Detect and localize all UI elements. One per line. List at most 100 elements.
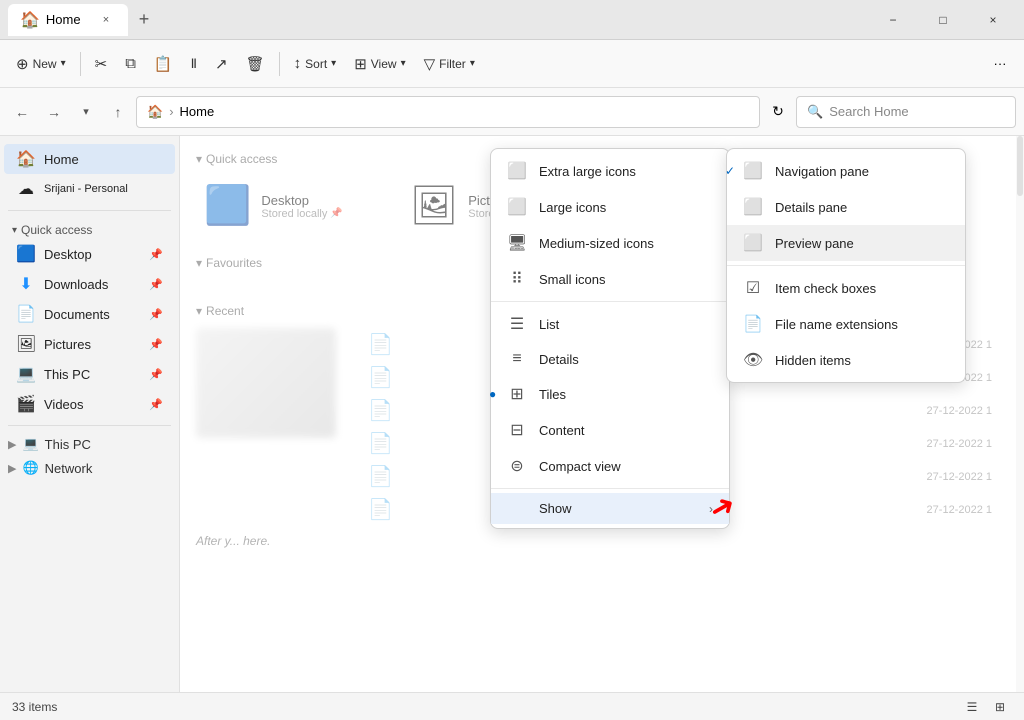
sidebar-item-documents[interactable]: 📄 Documents 📌 — [4, 299, 175, 329]
window-close-button[interactable]: × — [970, 4, 1016, 36]
sidebar-item-pictures[interactable]: 🖼 Pictures 📌 — [4, 329, 175, 359]
tiles-view-button[interactable]: ⊞ — [988, 696, 1012, 718]
rename-button[interactable]: Ⅱ — [183, 47, 205, 81]
view-extra-large-icons[interactable]: ⬜ Extra large icons — [491, 153, 729, 189]
desktop-icon: 🟦 — [16, 244, 36, 264]
view-tiles[interactable]: ● ⊞ Tiles — [491, 376, 729, 412]
extensions-label: File name extensions — [775, 317, 898, 332]
minimize-button[interactable]: − — [870, 4, 916, 36]
search-box[interactable]: 🔍 Search Home — [796, 96, 1016, 128]
copy-button[interactable]: ⧉ — [117, 47, 144, 81]
show-file-extensions[interactable]: 📄 File name extensions — [727, 306, 965, 342]
view-medium-icons[interactable]: 🖥 Medium-sized icons — [491, 225, 729, 261]
new-button[interactable]: ⊕ New ▾ — [8, 47, 74, 81]
details-pane-label: Details pane — [775, 200, 847, 215]
home-tab[interactable]: 🏠 Home × — [8, 4, 128, 36]
sidebar-divider-2 — [8, 425, 171, 426]
new-tab-button[interactable]: + — [128, 4, 160, 36]
paste-icon: 📋 — [154, 55, 173, 73]
new-icon: ⊕ — [16, 55, 29, 73]
sidebar-item-this-pc[interactable]: 💻 This PC 📌 — [4, 359, 175, 389]
toolbar-separator-2 — [279, 52, 280, 76]
new-chevron-icon: ▾ — [61, 58, 66, 69]
nav-pane-check-icon: ✓ — [725, 164, 735, 178]
sidebar-item-srijani[interactable]: ☁ Srijani - Personal — [4, 174, 175, 204]
sidebar-divider-1 — [8, 210, 171, 211]
this-pc-icon-2: 💻 — [22, 436, 38, 452]
sidebar-documents-label: Documents — [44, 307, 110, 322]
videos-icon: 🎬 — [16, 394, 36, 414]
view-menu-sep-1 — [491, 301, 729, 302]
sidebar-item-home[interactable]: 🏠 Home — [4, 144, 175, 174]
delete-icon: 🗑 — [246, 55, 265, 73]
pin-icon-2: 📌 — [149, 278, 163, 291]
up-button[interactable]: ↑ — [104, 98, 132, 126]
compact-label: Compact view — [539, 459, 621, 474]
view-large-icons[interactable]: ⬜ Large icons — [491, 189, 729, 225]
checkboxes-label: Item check boxes — [775, 281, 876, 296]
pin-icon: 📌 — [149, 248, 163, 261]
extra-large-label: Extra large icons — [539, 164, 636, 179]
view-details[interactable]: ≡ Details — [491, 342, 729, 376]
statusbar-view-controls: ☰ ⊞ — [960, 696, 1012, 718]
address-box[interactable]: 🏠 › Home — [136, 96, 760, 128]
maximize-button[interactable]: □ — [920, 4, 966, 36]
sort-button[interactable]: ↕ Sort ▾ — [286, 47, 345, 81]
delete-button[interactable]: 🗑 — [238, 47, 273, 81]
view-compact[interactable]: ⊜ Compact view — [491, 448, 729, 484]
sort-chevron-icon: ▾ — [331, 58, 336, 69]
sidebar-item-network[interactable]: ▶ 🌐 Network — [0, 456, 179, 480]
cut-button[interactable]: ✂ — [87, 47, 116, 81]
sidebar-downloads-label: Downloads — [44, 277, 108, 292]
forward-button[interactable]: → — [40, 98, 68, 126]
show-navigation-pane[interactable]: ✓ ⬜ Navigation pane — [727, 153, 965, 189]
sidebar: 🏠 Home ☁ Srijani - Personal ▾ Quick acce… — [0, 136, 180, 692]
back-button[interactable]: ← — [8, 98, 36, 126]
filter-button[interactable]: ▽ Filter ▾ — [416, 47, 483, 81]
extra-large-icon: ⬜ — [507, 161, 527, 181]
details-icon: ≡ — [507, 350, 527, 368]
view-show[interactable]: Show › — [491, 493, 729, 524]
documents-icon: 📄 — [16, 304, 36, 324]
refresh-button[interactable]: ↻ — [764, 98, 792, 126]
search-placeholder: Search Home — [829, 104, 908, 119]
show-hidden-items[interactable]: 👁 Hidden items — [727, 342, 965, 378]
sort-label: Sort — [305, 57, 327, 71]
show-details-pane[interactable]: ⬜ Details pane — [727, 189, 965, 225]
view-list[interactable]: ☰ List — [491, 306, 729, 342]
details-view-button[interactable]: ☰ — [960, 696, 984, 718]
close-tab-button[interactable]: × — [96, 10, 116, 30]
paste-button[interactable]: 📋 — [146, 47, 181, 81]
cut-icon: ✂ — [95, 55, 108, 73]
tiles-label: Tiles — [539, 387, 566, 402]
sidebar-item-videos[interactable]: 🎬 Videos 📌 — [4, 389, 175, 419]
large-icons-label: Large icons — [539, 200, 606, 215]
show-preview-pane[interactable]: ⬜ Preview pane — [727, 225, 965, 261]
sidebar-item-desktop[interactable]: 🟦 Desktop 📌 — [4, 239, 175, 269]
copy-icon: ⧉ — [125, 55, 136, 72]
sidebar-videos-label: Videos — [44, 397, 84, 412]
address-path: Home — [180, 104, 215, 119]
sidebar-thispc-label: This PC — [44, 367, 90, 382]
small-icons-label: Small icons — [539, 272, 605, 287]
medium-icons-icon: 🖥 — [507, 233, 527, 253]
sidebar-item-this-pc-group[interactable]: ▶ 💻 This PC — [0, 432, 179, 456]
quick-access-section[interactable]: ▾ Quick access — [0, 217, 179, 239]
sidebar-item-downloads[interactable]: ⬇ Downloads 📌 — [4, 269, 175, 299]
tiles-icon: ⊞ — [507, 384, 527, 404]
recent-locations-button[interactable]: ▾ — [72, 98, 100, 126]
network-label: Network — [45, 461, 93, 476]
view-content[interactable]: ⊟ Content — [491, 412, 729, 448]
share-icon: ↗ — [215, 55, 228, 73]
show-label: Show — [539, 501, 572, 516]
show-item-checkboxes[interactable]: ☑ Item check boxes — [727, 270, 965, 306]
new-label: New — [33, 57, 57, 71]
more-options-button[interactable]: ··· — [984, 48, 1016, 80]
sort-icon: ↕ — [294, 55, 302, 72]
view-small-icons[interactable]: ⠿ Small icons — [491, 261, 729, 297]
list-icon: ☰ — [507, 314, 527, 334]
sidebar-pictures-label: Pictures — [44, 337, 91, 352]
list-label: List — [539, 317, 559, 332]
view-button[interactable]: ⊞ View ▾ — [346, 47, 413, 81]
share-button[interactable]: ↗ — [207, 47, 236, 81]
